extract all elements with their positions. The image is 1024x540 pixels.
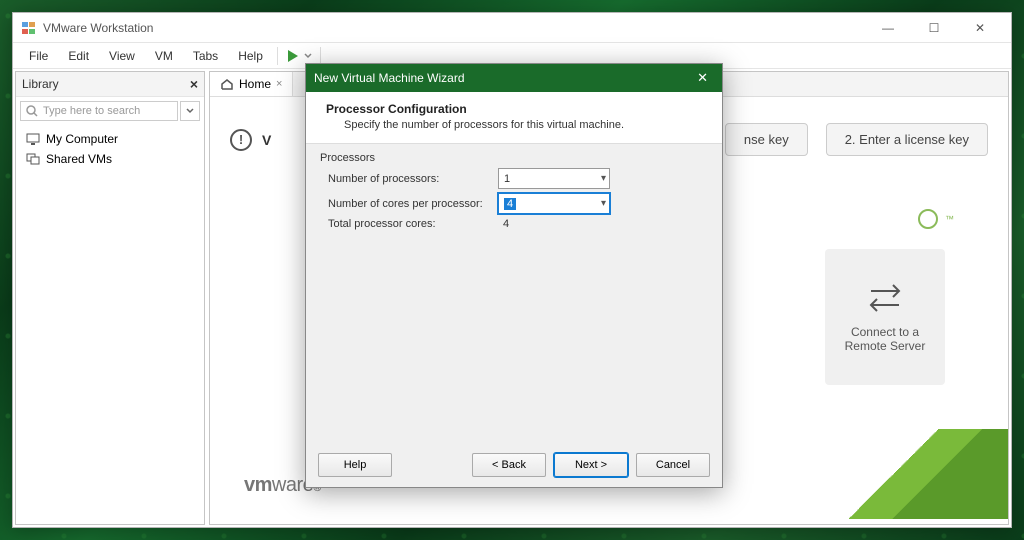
- dialog-subheading: Specify the number of processors for thi…: [344, 119, 706, 131]
- menu-tabs[interactable]: Tabs: [183, 45, 228, 67]
- remote-server-line1: Connect to a: [845, 325, 926, 339]
- menu-file[interactable]: File: [19, 45, 58, 67]
- menu-view[interactable]: View: [99, 45, 145, 67]
- app-title: VMware Workstation: [43, 21, 865, 35]
- chevron-down-icon: ▾: [601, 173, 606, 184]
- maximize-button[interactable]: ☐: [911, 13, 957, 43]
- license-key-fragment[interactable]: nse key: [725, 123, 808, 156]
- menu-edit[interactable]: Edit: [58, 45, 99, 67]
- tm-mark: ™: [945, 214, 954, 224]
- shared-icon: [26, 153, 40, 165]
- window-controls: — ☐ ✕: [865, 13, 1003, 43]
- chevron-down-icon: ▾: [601, 198, 606, 209]
- library-tree: My Computer Shared VMs: [16, 125, 204, 173]
- remote-server-line2: Remote Server: [845, 339, 926, 353]
- cores-per-processor-value: 4: [504, 198, 516, 210]
- total-cores-value: 4: [498, 218, 509, 230]
- menu-separator: [277, 47, 278, 65]
- dialog-body: Processors Number of processors: 1 ▾ Num…: [306, 144, 722, 242]
- close-button[interactable]: ✕: [957, 13, 1003, 43]
- menu-separator: [320, 47, 321, 65]
- play-icon: [286, 49, 300, 63]
- menu-vm[interactable]: VM: [145, 45, 183, 67]
- search-icon: [26, 105, 38, 117]
- library-panel: Library × Type here to search My Compute…: [15, 71, 205, 525]
- dialog-title-bar[interactable]: New Virtual Machine Wizard ✕: [306, 64, 722, 92]
- connect-remote-server-button[interactable]: Connect to a Remote Server: [825, 249, 945, 385]
- dialog-header: Processor Configuration Specify the numb…: [306, 92, 722, 144]
- library-header: Library ×: [16, 72, 204, 97]
- decorative-corner: [808, 429, 1008, 519]
- title-bar[interactable]: VMware Workstation — ☐ ✕: [13, 13, 1011, 43]
- search-filter-button[interactable]: [180, 101, 200, 121]
- chevron-down-icon: [304, 52, 312, 60]
- search-placeholder: Type here to search: [43, 105, 140, 117]
- tab-label: Home: [239, 77, 271, 91]
- num-processors-label: Number of processors:: [328, 173, 498, 185]
- search-input[interactable]: Type here to search: [20, 101, 178, 121]
- back-button[interactable]: < Back: [472, 453, 546, 477]
- next-button[interactable]: Next >: [554, 453, 628, 477]
- monitor-icon: [26, 133, 40, 145]
- arrows-exchange-icon: [865, 281, 905, 315]
- warning-text: V: [262, 132, 271, 148]
- tree-item-shared-vms[interactable]: Shared VMs: [18, 149, 202, 169]
- dialog-title: New Virtual Machine Wizard: [314, 71, 465, 85]
- menu-help[interactable]: Help: [228, 45, 273, 67]
- library-close-button[interactable]: ×: [190, 76, 198, 92]
- tree-item-label: My Computer: [46, 132, 118, 146]
- total-cores-label: Total processor cores:: [328, 218, 498, 230]
- library-title: Library: [22, 77, 59, 91]
- app-logo-icon: [21, 20, 37, 36]
- home-icon: [220, 78, 234, 90]
- tree-item-my-computer[interactable]: My Computer: [18, 129, 202, 149]
- group-processors-label: Processors: [320, 152, 708, 164]
- dialog-button-row: Help < Back Next > Cancel: [306, 453, 722, 477]
- num-processors-value: 1: [504, 173, 510, 185]
- help-button[interactable]: Help: [318, 453, 392, 477]
- num-processors-combo[interactable]: 1 ▾: [498, 168, 610, 189]
- cores-per-processor-label: Number of cores per processor:: [328, 198, 498, 210]
- decorative-circle-icon: [917, 208, 939, 230]
- new-vm-wizard-dialog: New Virtual Machine Wizard ✕ Processor C…: [305, 63, 723, 488]
- enter-license-key-button[interactable]: 2. Enter a license key: [826, 123, 988, 156]
- minimize-button[interactable]: —: [865, 13, 911, 43]
- dialog-close-button[interactable]: ✕: [691, 68, 714, 88]
- tab-close-button[interactable]: ×: [276, 78, 282, 90]
- cancel-button[interactable]: Cancel: [636, 453, 710, 477]
- chevron-down-icon: [186, 107, 194, 115]
- dialog-heading: Processor Configuration: [326, 102, 706, 116]
- tree-item-label: Shared VMs: [46, 152, 112, 166]
- warning-icon: !: [230, 129, 252, 151]
- cores-per-processor-combo[interactable]: 4 ▾: [498, 193, 610, 214]
- tab-home[interactable]: Home ×: [210, 72, 293, 96]
